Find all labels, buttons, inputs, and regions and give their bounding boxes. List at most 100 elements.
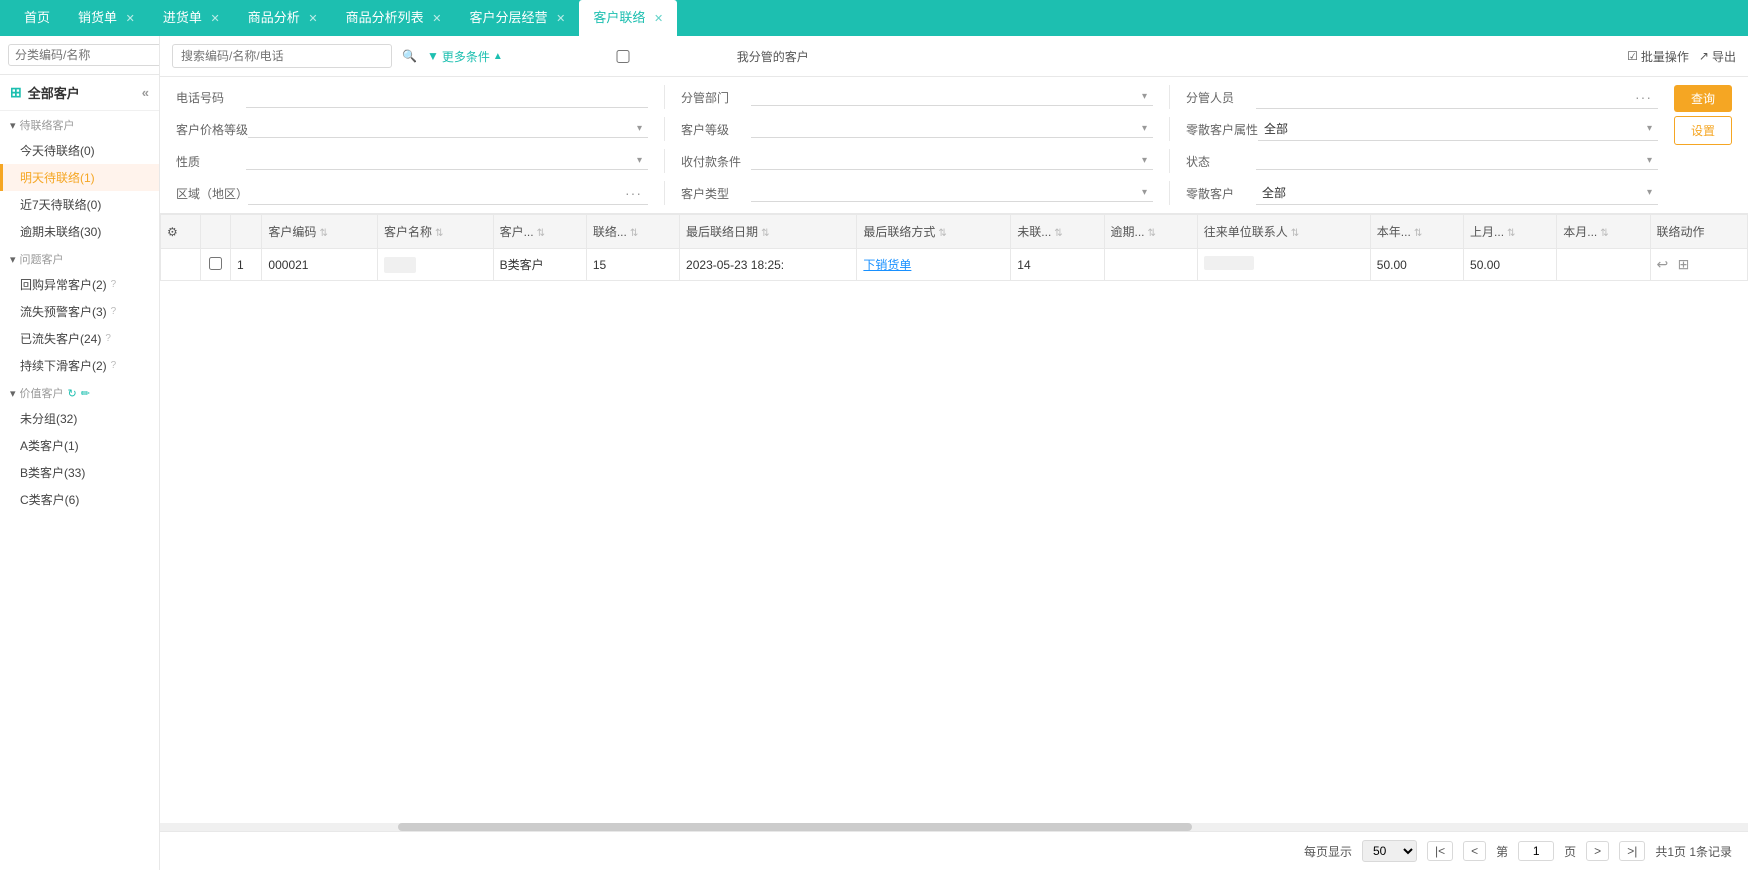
prev-page-btn[interactable]: < bbox=[1463, 841, 1486, 861]
row-overdue bbox=[1104, 249, 1197, 281]
sidebar-item-churned[interactable]: 已流失客户(24) ? bbox=[0, 325, 159, 352]
filter-region-select[interactable]: ··· bbox=[248, 182, 648, 205]
reset-button[interactable]: 设置 bbox=[1674, 116, 1732, 145]
per-page-select[interactable]: 50 100 200 bbox=[1362, 840, 1417, 862]
filter-dept-select[interactable]: ▾ bbox=[751, 88, 1153, 106]
filter-search-icon[interactable]: 🔍 bbox=[402, 49, 417, 63]
sidebar-item-today[interactable]: 今天待联络(0) bbox=[0, 137, 159, 164]
sidebar-item-tomorrow[interactable]: 明天待联络(1) bbox=[0, 164, 159, 191]
sidebar-item-class-b[interactable]: B类客户(33) bbox=[0, 459, 159, 486]
close-tab-3-icon[interactable]: ✕ bbox=[432, 13, 441, 25]
batch-ops-btn[interactable]: ☑ 批量操作 bbox=[1627, 48, 1689, 65]
pagination-bar: 每页显示 50 100 200 |< < 第 页 > >| 共1页 1条记录 bbox=[160, 831, 1748, 870]
filter-payment-select[interactable]: ▾ bbox=[751, 152, 1153, 170]
query-button[interactable]: 查询 bbox=[1674, 85, 1732, 112]
filter-nature-select[interactable]: ▾ bbox=[246, 152, 648, 170]
row-ctype: B类客户 bbox=[493, 249, 586, 281]
nav-tab-3[interactable]: 商品分析列表 ✕ bbox=[332, 0, 456, 36]
col-header-overdue[interactable]: 逾期...⇅ bbox=[1104, 215, 1197, 249]
filter-status-select[interactable]: ▾ bbox=[1256, 152, 1658, 170]
col-header-contact-count[interactable]: 联络...⇅ bbox=[586, 215, 679, 249]
filter-price-level-select[interactable]: ▾ bbox=[248, 120, 648, 138]
horizontal-scrollbar[interactable] bbox=[160, 823, 1748, 831]
nav-tab-1[interactable]: 进货单 ✕ bbox=[149, 0, 234, 36]
page-number-input[interactable] bbox=[1518, 841, 1554, 861]
nav-tab-2[interactable]: 商品分析 ✕ bbox=[234, 0, 332, 36]
close-tab-1-icon[interactable]: ✕ bbox=[211, 13, 220, 25]
more-conditions-btn[interactable]: ▼ 更多条件 ▲ bbox=[427, 48, 503, 65]
filter-person: 分管人员 ··· bbox=[1186, 86, 1658, 109]
col-header-settings[interactable]: ⚙ bbox=[161, 215, 201, 249]
row-code: 000021 bbox=[262, 249, 378, 281]
filter-retail-label: 零散客户 bbox=[1186, 185, 1256, 202]
first-page-btn[interactable]: |< bbox=[1427, 841, 1453, 861]
filter-payment-label: 收付款条件 bbox=[681, 153, 751, 170]
filter-dept-label: 分管部门 bbox=[681, 89, 751, 106]
close-tab-4-icon[interactable]: ✕ bbox=[556, 13, 565, 25]
sidebar-collapse-icon[interactable]: « bbox=[142, 85, 149, 100]
scrollbar-thumb[interactable] bbox=[398, 823, 1192, 831]
filter-phone-label: 电话号码 bbox=[176, 89, 246, 106]
my-customers-checkbox[interactable]: 我分管的客户 bbox=[513, 48, 809, 65]
nav-tab-4[interactable]: 客户分层经营 ✕ bbox=[455, 0, 579, 36]
group-label-pending: 待联络客户 bbox=[0, 111, 159, 137]
row-uncontacted: 14 bbox=[1011, 249, 1104, 281]
last-page-btn[interactable]: >| bbox=[1619, 841, 1645, 861]
sidebar-search-input[interactable] bbox=[8, 44, 160, 66]
filter-phone: 电话号码 bbox=[176, 87, 648, 108]
col-header-unit-contact[interactable]: 往来单位联系人⇅ bbox=[1197, 215, 1370, 249]
help-icon-churn-warning: ? bbox=[111, 306, 117, 317]
sidebar-item-abnormal[interactable]: 回购异常客户(2) ? bbox=[0, 271, 159, 298]
sidebar-item-overdue[interactable]: 逾期未联络(30) bbox=[0, 218, 159, 245]
refresh-icon[interactable]: ↻ bbox=[68, 387, 77, 400]
sidebar-item-class-a[interactable]: A类客户(1) bbox=[0, 432, 159, 459]
col-header-last-month[interactable]: 上月...⇅ bbox=[1464, 215, 1557, 249]
chevron-down-icon-4: ▾ bbox=[1647, 123, 1652, 134]
all-customers-header[interactable]: ⊞ 全部客户 « bbox=[0, 75, 159, 111]
my-customers-check[interactable] bbox=[513, 50, 733, 63]
checkbox-icon: ☑ bbox=[1627, 49, 1638, 63]
nav-home[interactable]: 首页 bbox=[10, 0, 64, 36]
col-header-last-method[interactable]: 最后联络方式⇅ bbox=[857, 215, 1011, 249]
sidebar-item-ungrouped[interactable]: 未分组(32) bbox=[0, 405, 159, 432]
nav-tab-5[interactable]: 客户联络 ✕ bbox=[579, 0, 677, 36]
close-tab-0-icon[interactable]: ✕ bbox=[126, 13, 135, 25]
sidebar-item-class-c[interactable]: C类客户(6) bbox=[0, 486, 159, 513]
row-last-method[interactable]: 下销货单 bbox=[857, 249, 1011, 281]
col-header-ctype[interactable]: 客户...⇅ bbox=[493, 215, 586, 249]
filter-retail-select[interactable]: 全部 ▾ bbox=[1256, 181, 1658, 205]
nav-tab-0[interactable]: 销货单 ✕ bbox=[64, 0, 149, 36]
export-btn[interactable]: ↗ 导出 bbox=[1699, 48, 1736, 65]
col-header-this-month[interactable]: 本月...⇅ bbox=[1557, 215, 1650, 249]
chevron-down-icon-6: ▾ bbox=[1142, 155, 1147, 166]
close-tab-2-icon[interactable]: ✕ bbox=[308, 13, 317, 25]
filter-person-select[interactable]: ··· bbox=[1256, 86, 1658, 109]
chevron-down-icon-8: ▾ bbox=[1142, 187, 1147, 198]
next-page-btn[interactable]: > bbox=[1586, 841, 1609, 861]
sidebar-item-declining[interactable]: 持续下滑客户(2) ? bbox=[0, 352, 159, 379]
filter-customer-level-label: 客户等级 bbox=[681, 121, 751, 138]
edit-icon[interactable]: ✏ bbox=[81, 387, 90, 400]
close-tab-5-icon[interactable]: ✕ bbox=[654, 13, 663, 25]
filter-retail-attr-select[interactable]: 全部 ▾ bbox=[1258, 117, 1658, 141]
col-header-uncontacted[interactable]: 未联...⇅ bbox=[1011, 215, 1104, 249]
row-checkbox[interactable] bbox=[201, 249, 231, 281]
reply-icon[interactable]: ↩ bbox=[1657, 256, 1669, 272]
col-header-name[interactable]: 客户名称⇅ bbox=[378, 215, 494, 249]
filter-phone-input[interactable] bbox=[246, 87, 648, 108]
filter-customer-level-select[interactable]: ▾ bbox=[751, 120, 1153, 138]
search-input[interactable] bbox=[172, 44, 392, 68]
filter-customer-type-select[interactable]: ▾ bbox=[751, 184, 1153, 202]
sidebar-item-churn-warning[interactable]: 流失预警客户(3) ? bbox=[0, 298, 159, 325]
adv-filter-row-3: 性质 ▾ 收付款条件 ▾ bbox=[176, 149, 1658, 173]
sidebar-item-7days[interactable]: 近7天待联络(0) bbox=[0, 191, 159, 218]
more-icon: ··· bbox=[1635, 89, 1652, 105]
col-header-last-date[interactable]: 最后联络日期⇅ bbox=[680, 215, 857, 249]
main-layout: 🔍 ⊞ 全部客户 « 待联络客户 今天待联络(0) 明天待联络(1) 近7天待联… bbox=[0, 36, 1748, 870]
col-header-code[interactable]: 客户编码⇅ bbox=[262, 215, 378, 249]
filter-retail-attr: 零散客户属性 全部 ▾ bbox=[1186, 117, 1658, 141]
chevron-down-icon-3: ▾ bbox=[1142, 123, 1147, 134]
col-header-this-year[interactable]: 本年...⇅ bbox=[1370, 215, 1463, 249]
filter-customer-level: 客户等级 ▾ bbox=[681, 120, 1153, 138]
grid-icon[interactable]: ⊞ bbox=[1678, 256, 1690, 272]
